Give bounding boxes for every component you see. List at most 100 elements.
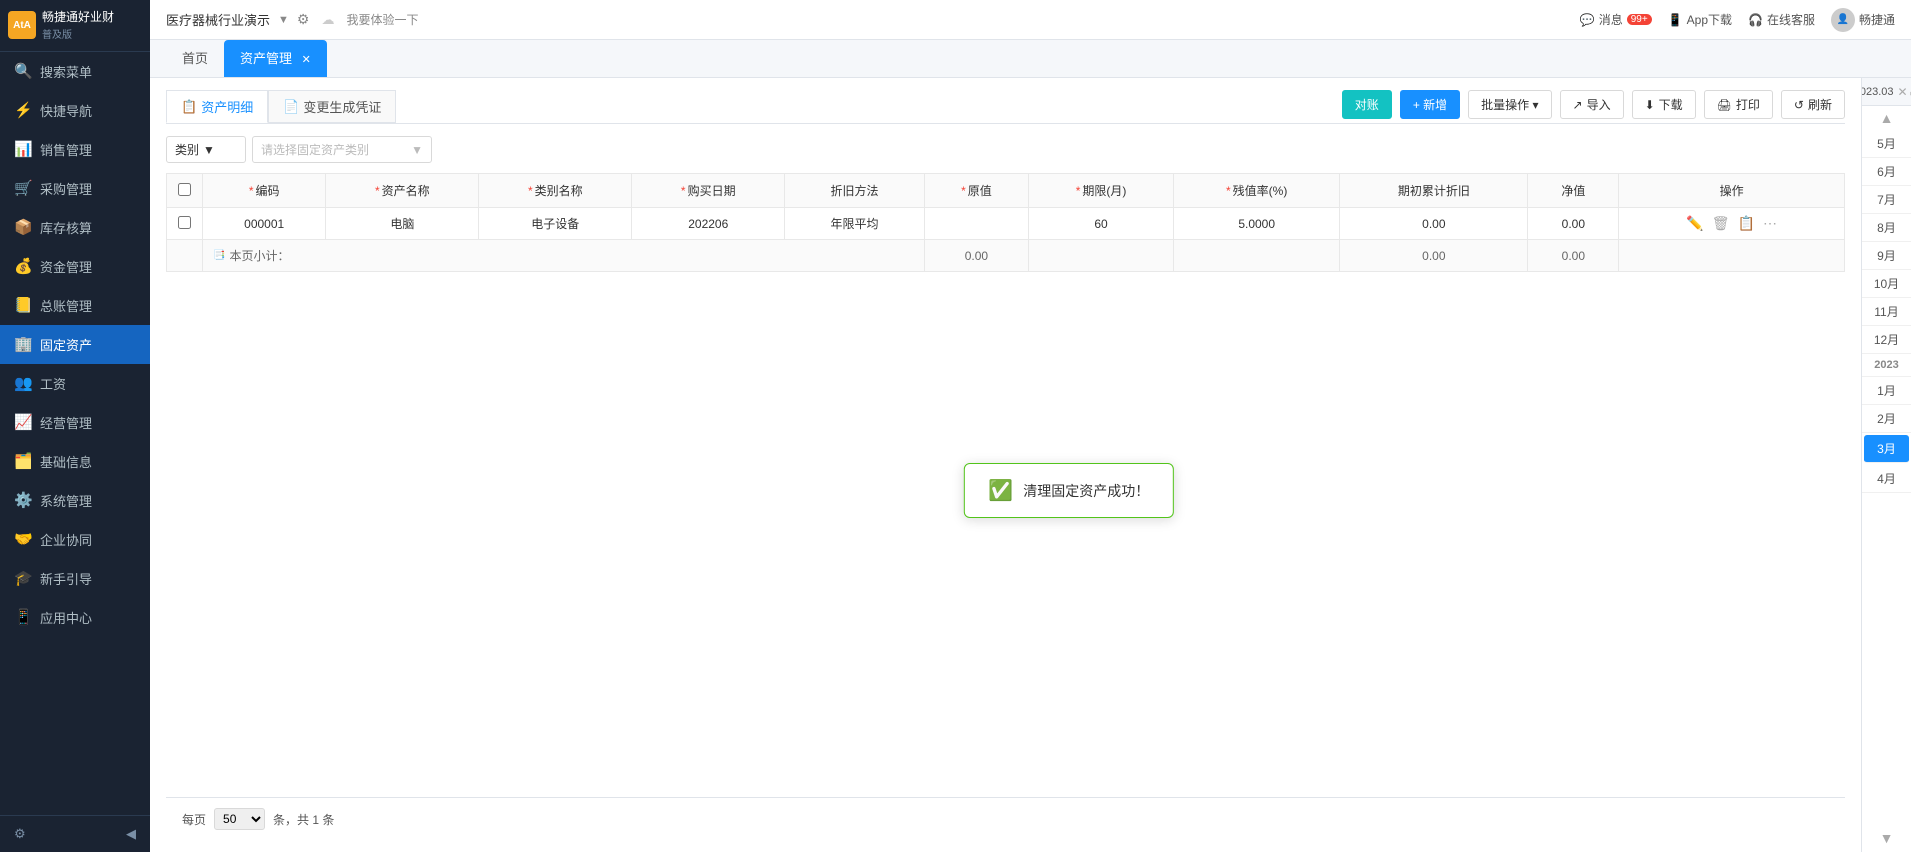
sidebar-item-purchase[interactable]: 🛒 采购管理 [0, 169, 150, 208]
category-input[interactable]: 请选择固定资产类别 ▼ [252, 136, 432, 163]
sidebar-item-fixed-assets[interactable]: 🏢 固定资产 [0, 325, 150, 364]
sidebar-item-label: 资金管理 [40, 257, 92, 276]
calendar-month-8[interactable]: 8月 [1862, 214, 1911, 242]
app-center-icon: 📱 [14, 608, 32, 626]
calendar-title: 2023.03 [1861, 86, 1894, 98]
app-logo: AtA [8, 11, 36, 39]
collapse-icon[interactable]: ◀ [126, 826, 136, 842]
user-profile[interactable]: 👤 畅捷通 [1831, 8, 1895, 32]
category-select[interactable]: 类别 ▼ [166, 136, 246, 163]
app-title-group: 畅捷通好业财 普及版 [42, 10, 114, 41]
sub-tab-asset-detail[interactable]: 📋 资产明细 [166, 90, 268, 123]
settings-icon[interactable]: ⚙ [14, 826, 26, 842]
table-header: *编码 *资产名称 *类别名称 *购买日期 折旧方法 *原值 *期限(月) *残… [167, 174, 1845, 208]
sidebar-item-ledger[interactable]: 📒 总账管理 [0, 286, 150, 325]
sidebar-item-label: 库存核算 [40, 218, 92, 237]
calendar-month-2[interactable]: 2月 [1862, 405, 1911, 433]
category-filter: 类别 ▼ 请选择固定资产类别 ▼ [166, 136, 432, 163]
calendar-month-4[interactable]: 4月 [1862, 465, 1911, 493]
row-initial-dep: 0.00 [1340, 208, 1528, 240]
main-content: 医疗器械行业演示 ▼ ⚙ ☁ 我要体验一下 💬 消息 99+ 📱 App下载 🎧… [150, 0, 1911, 852]
row-checkbox[interactable] [178, 216, 191, 229]
print-icon: 🖨 [1717, 98, 1732, 112]
calendar-month-9[interactable]: 9月 [1862, 242, 1911, 270]
calendar-month-10[interactable]: 10月 [1862, 270, 1911, 298]
print-button[interactable]: 🖨 打印 [1704, 90, 1773, 119]
tab-home[interactable]: 首页 [166, 40, 224, 77]
tab-asset-management[interactable]: 资产管理 ✕ [224, 40, 327, 77]
calendar-panel: 2023.03 ✕ ⤢ ▲ 5月 6月 7月 8月 9月 10月 11月 12月… [1861, 78, 1911, 852]
header-period: *期限(月) [1029, 174, 1174, 208]
sidebar-item-system[interactable]: ⚙️ 系统管理 [0, 481, 150, 520]
row-period: 60 [1029, 208, 1174, 240]
sidebar-item-quicknav[interactable]: ⚡ 快捷导航 [0, 91, 150, 130]
calendar-month-11[interactable]: 11月 [1862, 298, 1911, 326]
calendar-close-icon[interactable]: ✕ [1898, 85, 1908, 99]
new-button[interactable]: + 新增 [1400, 90, 1460, 119]
topbar-right: 💬 消息 99+ 📱 App下载 🎧 在线客服 👤 畅捷通 [1580, 8, 1895, 32]
settings-gear-icon[interactable]: ⚙ [297, 11, 310, 28]
header-action: 操作 [1619, 174, 1845, 208]
delete-icon[interactable]: 🗑 [1712, 215, 1730, 232]
sidebar-item-label: 经营管理 [40, 413, 92, 432]
import-icon: ↗ [1573, 98, 1583, 112]
payroll-icon: 👥 [14, 374, 32, 392]
sidebar-item-enterprise[interactable]: 🤝 企业协同 [0, 520, 150, 559]
sidebar-item-sales[interactable]: 📊 销售管理 [0, 130, 150, 169]
system-icon: ⚙️ [14, 491, 32, 509]
header-category: *类别名称 [479, 174, 632, 208]
calendar-month-6[interactable]: 6月 [1862, 158, 1911, 186]
calendar-month-3-current[interactable]: 3月 [1864, 435, 1909, 463]
subtotal-row: 📑 本页小计： 0.00 0.00 0.00 [167, 240, 1845, 272]
edit-icon[interactable]: ✏️ [1686, 215, 1703, 232]
sidebar-item-funds[interactable]: 💰 资金管理 [0, 247, 150, 286]
calendar-up-arrow[interactable]: ▲ [1880, 110, 1894, 126]
app-download-icon: 📱 [1668, 13, 1683, 27]
refresh-button[interactable]: ↺ 刷新 [1781, 90, 1845, 119]
sidebar-item-app-center[interactable]: 📱 应用中心 [0, 598, 150, 637]
sidebar-item-search[interactable]: 🔍 搜索菜单 [0, 52, 150, 91]
sidebar-item-label: 快捷导航 [40, 101, 92, 120]
app-download-button[interactable]: 📱 App下载 [1668, 11, 1732, 28]
more-icon[interactable]: ⋯ [1763, 215, 1777, 232]
pagination: 每页 50 100 条，共 1 条 [166, 797, 1845, 840]
calendar-month-1[interactable]: 1月 [1862, 377, 1911, 405]
message-button[interactable]: 💬 消息 99+ [1580, 11, 1652, 28]
header-original-value: *原值 [924, 174, 1028, 208]
asset-table: *编码 *资产名称 *类别名称 *购买日期 折旧方法 *原值 *期限(月) *残… [166, 173, 1845, 272]
calendar-month-12[interactable]: 12月 [1862, 326, 1911, 354]
calendar-month-5[interactable]: 5月 [1862, 130, 1911, 158]
online-service-button[interactable]: 🎧 在线客服 [1748, 11, 1815, 28]
copy-icon[interactable]: 📋 [1738, 215, 1755, 232]
sidebar-item-payroll[interactable]: 👥 工资 [0, 364, 150, 403]
experience-label[interactable]: 我要体验一下 [346, 11, 418, 28]
calendar-down-arrow[interactable]: ▼ [1880, 830, 1894, 846]
select-all-checkbox[interactable] [178, 183, 191, 196]
per-page-select[interactable]: 50 100 [214, 808, 265, 830]
page-body: 📋 资产明细 📄 变更生成凭证 对账 + 新增 批量操作 ▾ ↗ 导入 ⬇ 下载 [150, 78, 1911, 852]
calendar-month-7[interactable]: 7月 [1862, 186, 1911, 214]
header-initial-dep: 期初累计折旧 [1340, 174, 1528, 208]
tab-close-icon[interactable]: ✕ [302, 54, 311, 66]
success-toast: ✅ 清理固定资产成功！ [963, 463, 1174, 518]
batch-button[interactable]: 批量操作 ▾ [1468, 90, 1551, 119]
subtotal-net-value: 0.00 [1528, 240, 1619, 272]
inventory-icon: 📦 [14, 218, 32, 236]
account-button[interactable]: 对账 [1342, 90, 1392, 119]
import-button[interactable]: ↗ 导入 [1560, 90, 1624, 119]
online-service-label: 在线客服 [1767, 11, 1815, 28]
sidebar-item-basic-info[interactable]: 🗂️ 基础信息 [0, 442, 150, 481]
quicknav-icon: ⚡ [14, 101, 32, 119]
filter-dropdown-icon: ▼ [203, 143, 215, 157]
sub-tab-label: 变更生成凭证 [303, 97, 381, 116]
sidebar-item-operations[interactable]: 📈 经营管理 [0, 403, 150, 442]
operations-icon: 📈 [14, 413, 32, 431]
subtotal-action-empty [1619, 240, 1845, 272]
sidebar-item-label: 企业协同 [40, 530, 92, 549]
sidebar-item-newbie[interactable]: 🎓 新手引导 [0, 559, 150, 598]
purchase-icon: 🛒 [14, 179, 32, 197]
company-dropdown-icon[interactable]: ▼ [278, 14, 289, 26]
download-button[interactable]: ⬇ 下载 [1632, 90, 1696, 119]
sub-tab-generate-voucher[interactable]: 📄 变更生成凭证 [268, 90, 396, 123]
sidebar-item-inventory[interactable]: 📦 库存核算 [0, 208, 150, 247]
